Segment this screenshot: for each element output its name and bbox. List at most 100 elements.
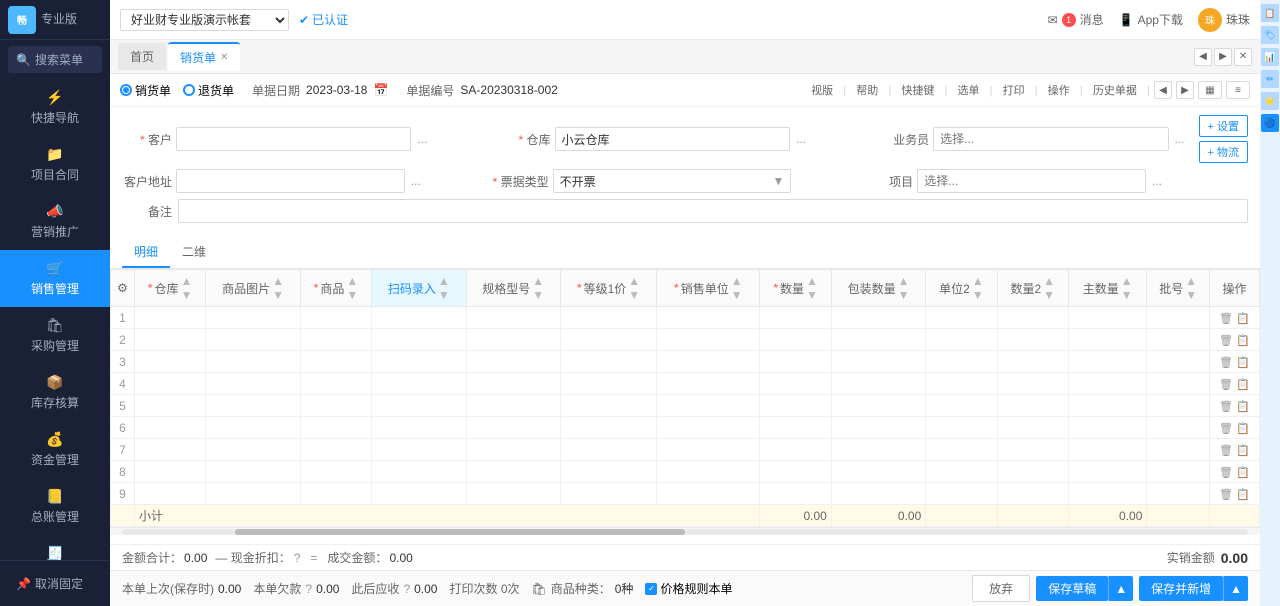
cell-batchno[interactable] (1147, 439, 1210, 461)
tab-next-button[interactable]: ▶ (1214, 48, 1232, 66)
cell-unit2[interactable] (926, 483, 997, 505)
cell-mainqty[interactable] (1068, 417, 1146, 439)
cell-product[interactable] (300, 329, 371, 351)
cell-mainqty[interactable] (1068, 373, 1146, 395)
radio-sales[interactable]: 销货单 (120, 82, 171, 99)
cell-image[interactable] (206, 417, 300, 439)
calendar-icon[interactable]: 📅 (373, 83, 388, 97)
row-delete-icon[interactable]: 🗑 (1219, 423, 1233, 435)
cell-qty2[interactable] (997, 439, 1068, 461)
cell-saleunit[interactable] (657, 307, 760, 329)
save-draft-button[interactable]: 保存草稿 (1036, 576, 1108, 601)
cell-qty2[interactable] (997, 417, 1068, 439)
sidebar-item-invoice[interactable]: 🧾 发票管理 (0, 535, 110, 560)
cell-qty2[interactable] (997, 329, 1068, 351)
right-panel-icon-4[interactable]: ✏ (1261, 70, 1279, 88)
receivable-help-icon[interactable]: ? (403, 582, 410, 596)
cell-spec[interactable] (466, 483, 560, 505)
help-button[interactable]: 帮助 (850, 80, 884, 100)
cell-qty[interactable] (760, 351, 831, 373)
row-delete-icon[interactable]: 🗑 (1219, 379, 1233, 391)
cell-barcode[interactable] (372, 417, 466, 439)
cell-barcode[interactable] (372, 439, 466, 461)
search-menu-button[interactable]: 🔍 搜索菜单 (8, 46, 102, 73)
select-button[interactable]: 选单 (952, 80, 986, 100)
cell-price[interactable] (560, 461, 656, 483)
cell-price[interactable] (560, 483, 656, 505)
sidebar-item-purchase[interactable]: 🛍 采购管理 (0, 307, 110, 364)
cell-pkgqty[interactable] (831, 373, 925, 395)
list-view-button[interactable]: ≡ (1226, 81, 1250, 99)
cell-pkgqty[interactable] (831, 439, 925, 461)
sidebar-item-inventory[interactable]: 📦 库存核算 (0, 364, 110, 421)
scrollbar[interactable] (110, 527, 1260, 535)
tab-home[interactable]: 首页 (118, 43, 166, 70)
cell-product[interactable] (300, 395, 371, 417)
cell-image[interactable] (206, 461, 300, 483)
cell-product[interactable] (300, 483, 371, 505)
cell-price[interactable] (560, 417, 656, 439)
sidebar-item-accounts[interactable]: 📒 总账管理 (0, 478, 110, 535)
cell-mainqty[interactable] (1068, 351, 1146, 373)
cell-unit2[interactable] (926, 395, 997, 417)
cell-warehouse[interactable] (135, 351, 206, 373)
discount-help-icon[interactable]: ? (294, 551, 301, 565)
cell-pkgqty[interactable] (831, 351, 925, 373)
cell-unit2[interactable] (926, 417, 997, 439)
salesperson-input[interactable] (933, 127, 1168, 151)
price-rule-checkbox[interactable]: ✓ 价格规则本单 (645, 580, 732, 597)
cell-saleunit[interactable] (657, 373, 760, 395)
cell-batchno[interactable] (1147, 461, 1210, 483)
row-copy-icon[interactable]: 📋 (1236, 445, 1250, 457)
cell-qty[interactable] (760, 329, 831, 351)
cell-barcode[interactable] (372, 329, 466, 351)
tab-close-button[interactable]: ✕ (1234, 48, 1252, 66)
cell-saleunit[interactable] (657, 395, 760, 417)
cell-spec[interactable] (466, 439, 560, 461)
cell-spec[interactable] (466, 307, 560, 329)
cell-warehouse[interactable] (135, 329, 206, 351)
cell-spec[interactable] (466, 351, 560, 373)
cell-mainqty[interactable] (1068, 483, 1146, 505)
cell-warehouse[interactable] (135, 395, 206, 417)
cell-pkgqty[interactable] (831, 395, 925, 417)
cell-pkgqty[interactable] (831, 307, 925, 329)
cell-pkgqty[interactable] (831, 483, 925, 505)
row-delete-icon[interactable]: 🗑 (1219, 445, 1233, 457)
cell-unit2[interactable] (926, 307, 997, 329)
save-new-button[interactable]: 保存并新增 (1139, 576, 1223, 601)
row-delete-icon[interactable]: 🗑 (1219, 313, 1233, 325)
cell-unit2[interactable] (926, 351, 997, 373)
cell-mainqty[interactable] (1068, 439, 1146, 461)
radio-return[interactable]: 退货单 (183, 82, 234, 99)
row-copy-icon[interactable]: 📋 (1236, 335, 1250, 347)
cell-saleunit[interactable] (657, 483, 760, 505)
print-button[interactable]: 打印 (997, 80, 1031, 100)
abandon-button[interactable]: 放弃 (972, 575, 1030, 602)
user-profile[interactable]: 珠 珠珠 (1198, 8, 1250, 32)
cell-qty2[interactable] (997, 351, 1068, 373)
cell-qty[interactable] (760, 417, 831, 439)
right-panel-icon-6[interactable]: 🔵 (1261, 114, 1279, 132)
cell-product[interactable] (300, 417, 371, 439)
cell-price[interactable] (560, 307, 656, 329)
table-settings-icon[interactable]: ⚙ (117, 281, 128, 295)
detail-tab-2d[interactable]: 二维 (170, 237, 218, 268)
cell-image[interactable] (206, 483, 300, 505)
owed-help-icon[interactable]: ? (305, 582, 312, 596)
logistics-button[interactable]: + 物流 (1199, 141, 1248, 163)
cell-qty2[interactable] (997, 373, 1068, 395)
cell-qty[interactable] (760, 307, 831, 329)
cell-pkgqty[interactable] (831, 329, 925, 351)
cell-product[interactable] (300, 351, 371, 373)
salesperson-ellipsis[interactable]: ... (1175, 132, 1185, 146)
cell-barcode[interactable] (372, 483, 466, 505)
cell-warehouse[interactable] (135, 373, 206, 395)
row-delete-icon[interactable]: 🗑 (1219, 489, 1233, 501)
row-copy-icon[interactable]: 📋 (1236, 313, 1250, 325)
cell-batchno[interactable] (1147, 395, 1210, 417)
cell-saleunit[interactable] (657, 417, 760, 439)
cell-spec[interactable] (466, 461, 560, 483)
cell-unit2[interactable] (926, 329, 997, 351)
cell-image[interactable] (206, 307, 300, 329)
